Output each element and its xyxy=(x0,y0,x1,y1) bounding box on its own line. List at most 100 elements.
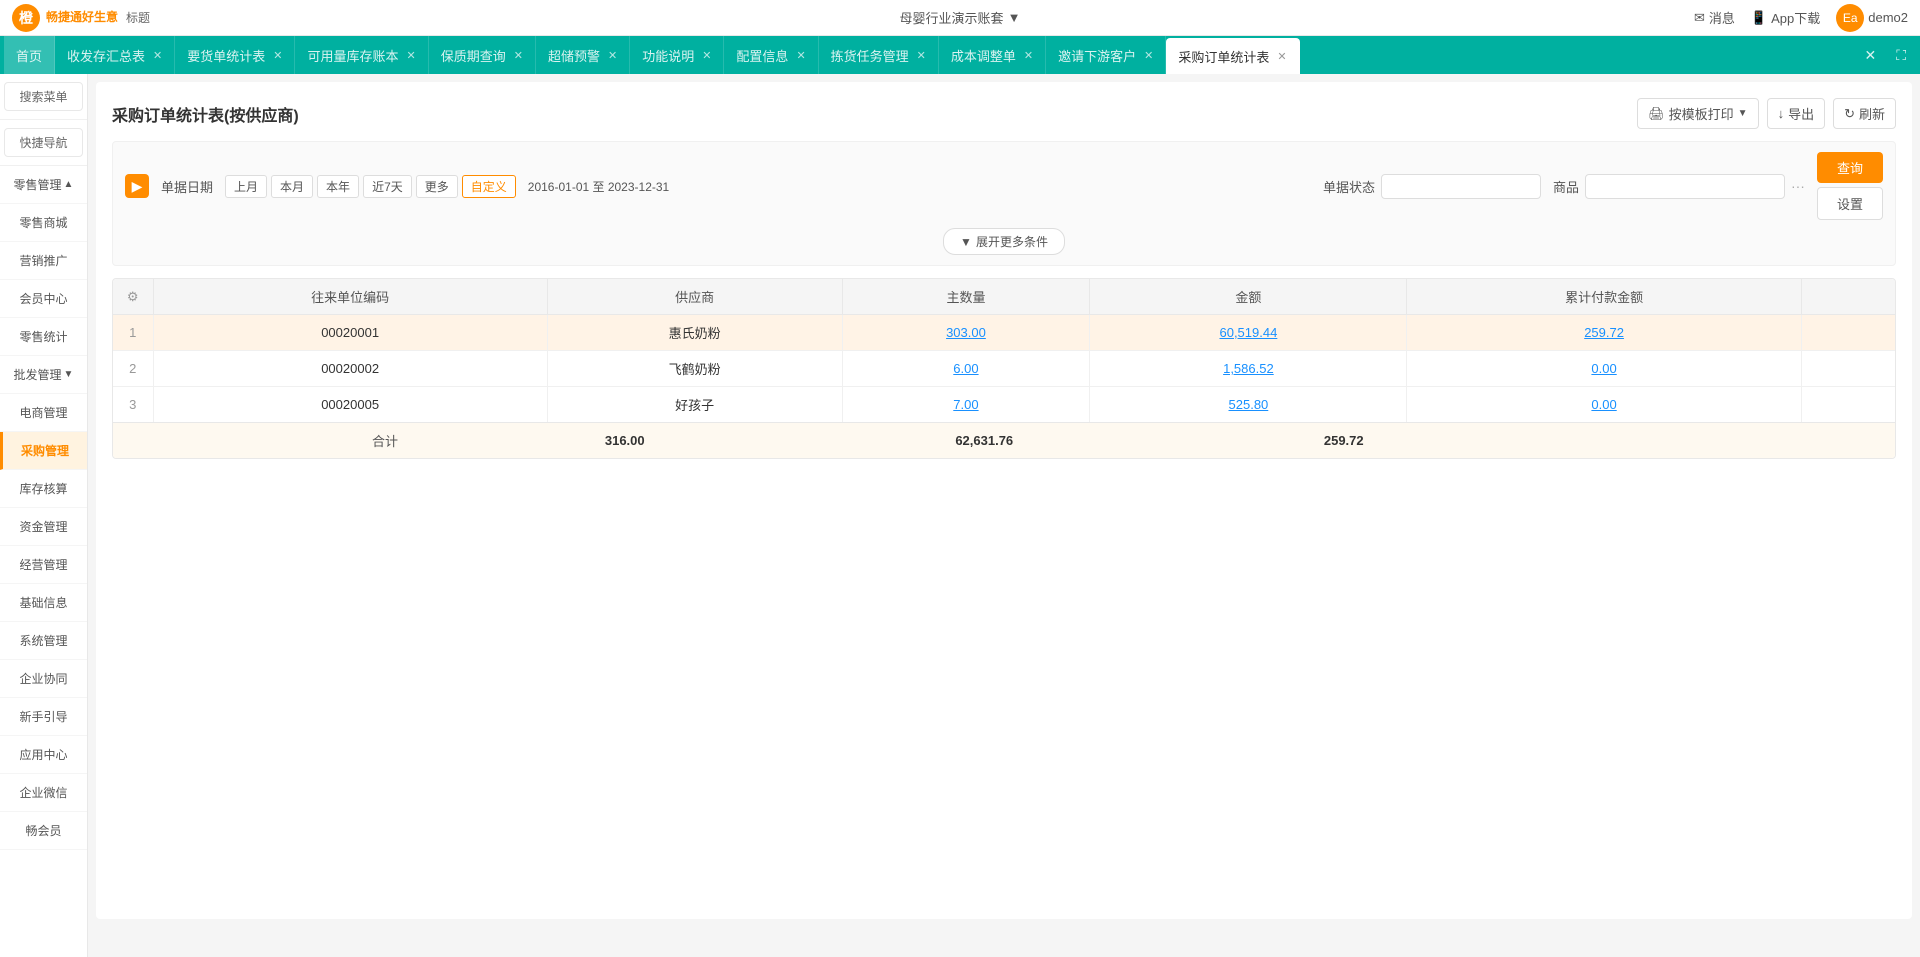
col-amount: 金额 xyxy=(1090,279,1407,315)
tab-保质期查询[interactable]: 保质期查询 ✕ xyxy=(429,36,536,74)
column-settings-icon[interactable]: ⚙ xyxy=(127,289,139,304)
row-quantity[interactable]: 7.00 xyxy=(842,387,1090,423)
date-more-button[interactable]: 更多 xyxy=(416,175,458,198)
date-btn-近7天[interactable]: 近7天 xyxy=(363,175,412,198)
row-amount[interactable]: 1,586.52 xyxy=(1090,351,1407,387)
row-paid[interactable]: 0.00 xyxy=(1407,351,1801,387)
date-btn-本年[interactable]: 本年 xyxy=(317,175,359,198)
goods-filter-field: 商品 ··· xyxy=(1553,174,1805,199)
sidebar-item-资金管理[interactable]: 资金管理 xyxy=(0,508,87,546)
row-paid[interactable]: 0.00 xyxy=(1407,387,1801,423)
row-quantity[interactable]: 6.00 xyxy=(842,351,1090,387)
date-btn-上月[interactable]: 上月 xyxy=(225,175,267,198)
goods-input[interactable] xyxy=(1585,174,1785,199)
user-info[interactable]: Ea demo2 xyxy=(1836,4,1908,32)
tab-close-icon[interactable]: ✕ xyxy=(1277,50,1286,63)
sidebar-item-批发管理[interactable]: 批发管理 ▼ xyxy=(0,356,87,394)
sidebar-item-畅会员[interactable]: 畅会员 xyxy=(0,812,87,850)
refresh-button[interactable]: ↻ 刷新 xyxy=(1833,98,1896,129)
tab-邀请下游客户[interactable]: 邀请下游客户 ✕ xyxy=(1046,36,1166,74)
tab-close-icon[interactable]: ✕ xyxy=(608,49,617,62)
tab-close-icon[interactable]: ✕ xyxy=(1024,49,1033,62)
sidebar: 搜索菜单 快捷导航 零售管理 ▲ 零售商城 营销推广 会员中心 零售统计 批发管… xyxy=(0,74,88,957)
tab-close-icon[interactable]: ✕ xyxy=(917,49,926,62)
tab-close-icon[interactable]: ✕ xyxy=(702,49,711,62)
sidebar-item-经营管理[interactable]: 经营管理 xyxy=(0,546,87,584)
footer-extra xyxy=(1524,433,1884,448)
sidebar-item-新手引导[interactable]: 新手引导 xyxy=(0,698,87,736)
app-download-button[interactable]: 📱 App下载 xyxy=(1751,8,1820,27)
tab-home[interactable]: 首页 xyxy=(4,36,55,74)
search-button[interactable]: 查询 xyxy=(1817,152,1883,183)
sidebar-item-系统管理[interactable]: 系统管理 xyxy=(0,622,87,660)
sidebar-item-库存核算[interactable]: 库存核算 xyxy=(0,470,87,508)
tab-close-icon[interactable]: ✕ xyxy=(153,49,162,62)
row-amount[interactable]: 525.80 xyxy=(1090,387,1407,423)
tab-close-icon[interactable]: ✕ xyxy=(796,49,805,62)
tab-功能说明[interactable]: 功能说明 ✕ xyxy=(630,36,724,74)
logo-area: 橙 畅捷通好生意 xyxy=(12,4,118,32)
quicknav-button[interactable]: 快捷导航 xyxy=(4,128,83,157)
status-filter-field: 单据状态 xyxy=(1323,174,1541,199)
maximize-window-button[interactable]: ⛶ xyxy=(1890,45,1912,66)
col-supplier: 供应商 xyxy=(547,279,842,315)
sidebar-item-采购管理[interactable]: 采购管理 xyxy=(0,432,87,470)
sidebar-item-零售管理[interactable]: 零售管理 ▲ xyxy=(0,166,87,204)
sidebar-item-应用中心[interactable]: 应用中心 xyxy=(0,736,87,774)
filter-more-row: ▼ 展开更多条件 xyxy=(125,228,1883,255)
footer-values: 316.00 62,631.76 259.72 xyxy=(445,433,1883,448)
sidebar-search-section: 搜索菜单 xyxy=(0,74,87,120)
tab-close-icon[interactable]: ✕ xyxy=(273,49,282,62)
tab-成本调整单[interactable]: 成本调整单 ✕ xyxy=(939,36,1046,74)
sidebar-item-企业微信[interactable]: 企业微信 xyxy=(0,774,87,812)
sidebar-item-零售统计[interactable]: 零售统计 xyxy=(0,318,87,356)
search-menu-button[interactable]: 搜索菜单 xyxy=(4,82,83,111)
tab-拣货任务管理[interactable]: 拣货任务管理 ✕ xyxy=(819,36,939,74)
export-button[interactable]: ↓ 导出 xyxy=(1767,98,1826,129)
sidebar-item-基础信息[interactable]: 基础信息 xyxy=(0,584,87,622)
sidebar-item-会员中心[interactable]: 会员中心 xyxy=(0,280,87,318)
tab-close-icon[interactable]: ✕ xyxy=(1144,49,1153,62)
close-window-button[interactable]: ✕ xyxy=(1858,45,1882,66)
tab-采购订单统计表[interactable]: 采购订单统计表 ✕ xyxy=(1166,38,1299,74)
print-button[interactable]: 🖨 按模板打印 ▼ xyxy=(1637,98,1758,129)
workspace-label[interactable]: 母婴行业演示账套 ▼ xyxy=(900,8,1021,27)
top-bar: 橙 畅捷通好生意 标题 母婴行业演示账套 ▼ ✉ 消息 📱 App下载 Ea d… xyxy=(0,0,1920,36)
col-settings[interactable]: ⚙ xyxy=(113,279,153,315)
tab-配置信息[interactable]: 配置信息 ✕ xyxy=(724,36,818,74)
table-footer: 合计 316.00 62,631.76 259.72 xyxy=(113,422,1895,458)
message-button[interactable]: ✉ 消息 xyxy=(1694,8,1735,27)
sidebar-item-电商管理[interactable]: 电商管理 xyxy=(0,394,87,432)
tab-要货单统计表[interactable]: 要货单统计表 ✕ xyxy=(175,36,295,74)
settings-button[interactable]: 设置 xyxy=(1817,187,1883,220)
row-paid[interactable]: 259.72 xyxy=(1407,315,1801,351)
table-header-row: ⚙ 往来单位编码 供应商 主数量 金额 累计付款金额 xyxy=(113,279,1895,315)
row-supplier: 好孩子 xyxy=(547,387,842,423)
sidebar-item-企业协同[interactable]: 企业协同 xyxy=(0,660,87,698)
col-code: 往来单位编码 xyxy=(153,279,547,315)
chevron-down-icon: ▼ xyxy=(1738,108,1748,119)
table-row: 1 00020001 惠氏奶粉 303.00 60,519.44 259.72 xyxy=(113,315,1895,351)
top-bar-right: ✉ 消息 📱 App下载 Ea demo2 xyxy=(1694,4,1908,32)
tab-收发存汇总表[interactable]: 收发存汇总表 ✕ xyxy=(55,36,175,74)
tab-超储预警[interactable]: 超储预警 ✕ xyxy=(536,36,630,74)
date-btn-本月[interactable]: 本月 xyxy=(271,175,313,198)
tab-可用量库存账本[interactable]: 可用量库存账本 ✕ xyxy=(295,36,428,74)
row-num: 1 xyxy=(113,315,153,351)
filter-toggle-button[interactable]: ▶ xyxy=(125,174,149,198)
chevron-icon: ▲ xyxy=(64,179,74,190)
row-quantity[interactable]: 303.00 xyxy=(842,315,1090,351)
goods-more-icon[interactable]: ··· xyxy=(1791,178,1805,194)
refresh-icon: ↻ xyxy=(1844,106,1855,122)
filter-bar: ▶ 单据日期 上月 本月 本年 近7天 更多 自定义 2016-01-01 至 … xyxy=(112,141,1896,266)
sidebar-item-零售商城[interactable]: 零售商城 xyxy=(0,204,87,242)
status-select[interactable] xyxy=(1381,174,1541,199)
tab-close-icon[interactable]: ✕ xyxy=(407,49,416,62)
sidebar-item-营销推广[interactable]: 营销推广 xyxy=(0,242,87,280)
expand-conditions-button[interactable]: ▼ 展开更多条件 xyxy=(943,228,1065,255)
row-amount[interactable]: 60,519.44 xyxy=(1090,315,1407,351)
tab-close-icon[interactable]: ✕ xyxy=(514,49,523,62)
search-settings-col: 查询 设置 xyxy=(1817,152,1883,220)
date-filter-label: 单据日期 xyxy=(161,177,213,196)
download-icon: 📱 xyxy=(1751,10,1767,26)
